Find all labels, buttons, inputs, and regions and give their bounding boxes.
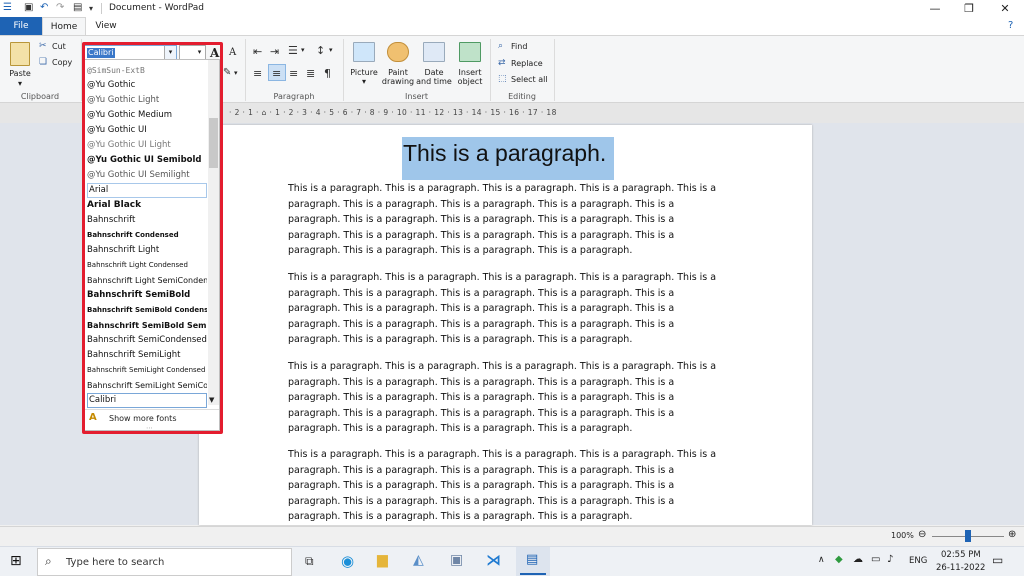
find-button[interactable]: Find: [511, 42, 527, 51]
ribbon-tab-row: File Home View ?: [0, 17, 1024, 36]
zoom-level: 100%: [891, 531, 914, 540]
maximize-button[interactable]: ❐: [952, 0, 986, 17]
paint-palette-icon[interactable]: [387, 42, 409, 62]
picture-button[interactable]: Picture: [347, 68, 381, 77]
search-placeholder: Type here to search: [66, 557, 165, 568]
active-indicator: [520, 573, 546, 575]
replace-button[interactable]: Replace: [511, 59, 543, 68]
paragraph[interactable]: This is a paragraph. This is a paragraph…: [288, 181, 724, 259]
edge-browser-icon[interactable]: ◉: [341, 552, 354, 570]
find-icon: ⌕: [498, 41, 504, 51]
status-bar: 100% ⊖ ⊕: [0, 526, 1024, 545]
undo-icon[interactable]: ↶: [40, 2, 48, 15]
tab-view[interactable]: View: [86, 17, 126, 35]
taskbar-search-box[interactable]: ⌕ Type here to search: [37, 548, 292, 576]
cut-button[interactable]: Cut: [52, 42, 66, 51]
paragraph-group-label: Paragraph: [273, 92, 315, 101]
vscode-icon[interactable]: ⋊: [486, 551, 501, 569]
tab-file[interactable]: File: [0, 17, 42, 35]
search-icon: ⌕: [45, 554, 52, 568]
replace-icon: ⇄: [498, 58, 506, 68]
customize-toolbar-icon[interactable]: ▾: [89, 4, 93, 17]
line-spacing-icon[interactable]: ↕: [316, 44, 325, 57]
justify-icon[interactable]: ≣: [306, 67, 315, 80]
cloud-icon[interactable]: ☁: [853, 554, 863, 565]
select-all-button[interactable]: Select all: [511, 75, 548, 84]
copy-button[interactable]: Copy: [52, 58, 72, 67]
windows-start-icon[interactable]: ⊞: [10, 553, 22, 569]
scissors-icon: ✂: [39, 41, 47, 51]
input-language[interactable]: ENG: [909, 556, 927, 566]
paint-drawing-button[interactable]: Paint drawing: [380, 68, 416, 86]
paragraph[interactable]: This is a paragraph. This is a paragraph…: [288, 270, 724, 348]
paragraph[interactable]: This is a paragraph. This is a paragraph…: [288, 359, 724, 437]
insert-object-icon[interactable]: [459, 42, 481, 62]
select-all-icon: ⬚: [498, 74, 507, 84]
align-center-icon[interactable]: ≡: [272, 67, 281, 80]
volume-icon[interactable]: ♪: [887, 554, 893, 565]
highlight-dropdown-icon[interactable]: ▾: [234, 69, 238, 77]
save-icon[interactable]: ▣: [24, 2, 33, 15]
app-icon[interactable]: ◭: [413, 552, 424, 568]
paste-button[interactable]: Paste: [4, 69, 36, 78]
increase-indent-icon[interactable]: ⇥: [270, 45, 279, 58]
zoom-in-icon[interactable]: ⊕: [1008, 529, 1016, 540]
picture-icon[interactable]: [353, 42, 375, 62]
photos-icon[interactable]: ▣: [450, 552, 463, 568]
redo-icon[interactable]: ↷: [56, 2, 64, 15]
ruler[interactable]: · 2 · 1 · ⌂ · 1 · 2 · 3 · 4 · 5 · 6 · 7 …: [229, 108, 814, 118]
align-left-icon[interactable]: ≡: [253, 67, 262, 80]
tray-overflow-icon[interactable]: ∧: [818, 555, 825, 565]
shrink-font-icon[interactable]: A: [229, 47, 236, 58]
wordpad-taskbar-active[interactable]: ▤: [516, 547, 550, 576]
selected-heading[interactable]: This is a paragraph.: [402, 137, 614, 180]
divider: [554, 39, 555, 101]
minimize-button[interactable]: —: [918, 0, 952, 17]
editing-group-label: Editing: [508, 92, 536, 101]
wordpad-app-icon[interactable]: ☰: [3, 2, 12, 15]
paste-dropdown-icon[interactable]: ▾: [14, 79, 26, 88]
clock-time[interactable]: 02:55 PM: [941, 550, 981, 560]
insert-group-label: Insert: [405, 92, 428, 101]
window-title: Document - WordPad: [109, 3, 204, 13]
paragraph[interactable]: This is a paragraph. This is a paragraph…: [288, 447, 724, 525]
bullets-icon[interactable]: ☰: [288, 44, 298, 57]
tray-app-icon[interactable]: ◆: [835, 554, 843, 565]
tab-home[interactable]: Home: [42, 17, 86, 36]
zoom-out-icon[interactable]: ⊖: [918, 529, 926, 540]
taskbar: ⊞ ⌕ Type here to search ⧉ ◉ ▆ ◭ ▣ ⋊ ▤ ∧ …: [0, 546, 1024, 576]
help-icon[interactable]: ?: [1008, 20, 1013, 31]
file-explorer-icon[interactable]: ▆: [377, 552, 388, 568]
task-view-icon[interactable]: ⧉: [305, 554, 314, 569]
title-bar: ☰ ▣ ↶ ↷ ▤ ▾ Document - WordPad — ❐ ✕: [0, 0, 1024, 17]
decrease-indent-icon[interactable]: ⇤: [253, 45, 262, 58]
close-button[interactable]: ✕: [988, 0, 1022, 17]
print-preview-icon[interactable]: ▤: [73, 2, 82, 15]
align-right-icon[interactable]: ≡: [289, 67, 298, 80]
calendar-icon[interactable]: [423, 42, 445, 62]
notifications-icon[interactable]: ▭: [992, 553, 1003, 567]
line-spacing-dropdown-icon[interactable]: ▾: [329, 46, 333, 54]
red-highlight-outline: [82, 42, 223, 434]
insert-object-button[interactable]: Insert object: [452, 68, 488, 86]
picture-dropdown-icon[interactable]: ▾: [358, 77, 370, 86]
divider: [101, 3, 102, 14]
bullets-dropdown-icon[interactable]: ▾: [301, 46, 305, 54]
clipboard-group-label: Clipboard: [20, 92, 60, 101]
date-time-button[interactable]: Date and time: [416, 68, 452, 86]
clock-date[interactable]: 26-11-2022: [936, 563, 985, 573]
highlight-color-icon[interactable]: ✎: [223, 67, 231, 78]
paste-icon[interactable]: [10, 42, 30, 66]
zoom-slider-thumb[interactable]: [965, 530, 971, 542]
wordpad-taskbar-icon: ▤: [526, 552, 539, 567]
paragraph-settings-icon[interactable]: ¶: [324, 67, 331, 80]
battery-icon[interactable]: ▭: [871, 554, 880, 565]
copy-icon: ❏: [39, 57, 48, 67]
